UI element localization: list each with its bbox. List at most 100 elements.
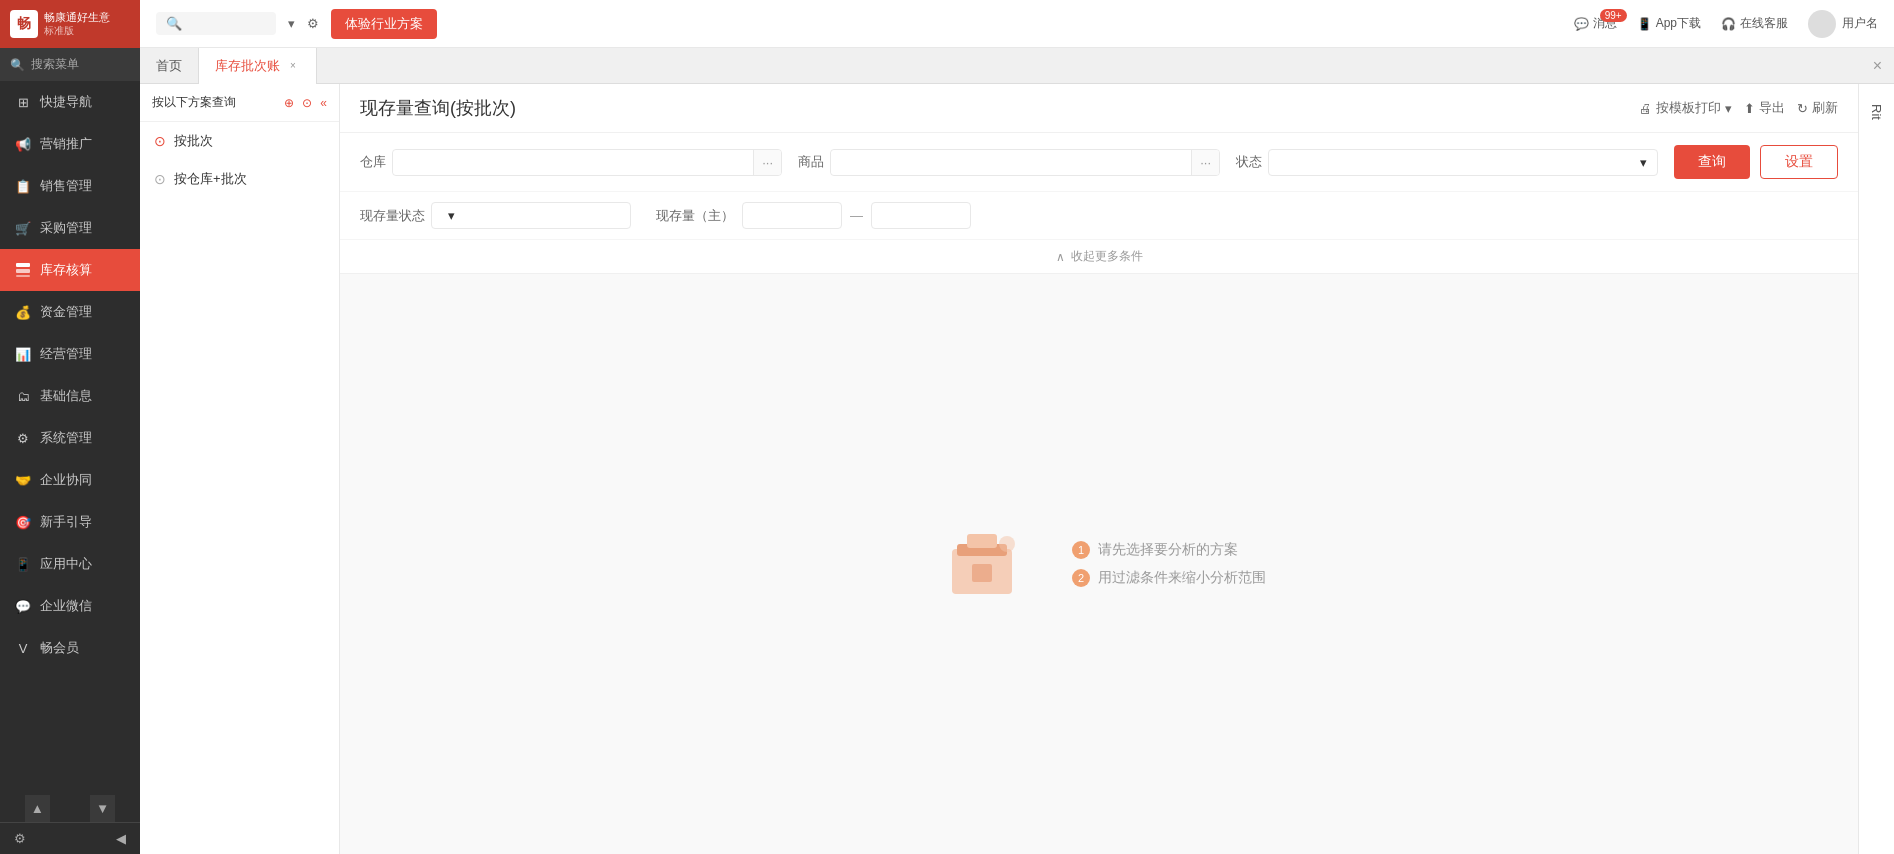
sidebar-search[interactable]: 🔍 搜索菜单 (0, 48, 140, 81)
sidebar-item-operations[interactable]: 📊 经营管理 (0, 333, 140, 375)
stock-qty-label: 现存量（主） (656, 207, 734, 225)
sidebar-item-label: 资金管理 (40, 303, 92, 321)
sidebar-item-purchase[interactable]: 🛒 采购管理 (0, 207, 140, 249)
warehouse-input[interactable] (393, 150, 753, 175)
sidebar-item-basics[interactable]: 🗂 基础信息 (0, 375, 140, 417)
warehouse-dots-btn[interactable]: ··· (753, 150, 781, 175)
trial-button[interactable]: 体验行业方案 (331, 9, 437, 39)
sidebar-item-inventory[interactable]: 库存核算 (0, 249, 140, 291)
user-menu[interactable]: 用户名 (1808, 10, 1878, 38)
filter-row-2: 现存量状态 ▾ 现存量（主） — (340, 192, 1858, 240)
download-icon: 📱 (1637, 17, 1652, 31)
tip-num-1: 1 (1072, 541, 1090, 559)
online-service-btn[interactable]: 🎧 在线客服 (1721, 15, 1788, 32)
svg-rect-1 (16, 269, 30, 273)
tab-home[interactable]: 首页 (140, 48, 199, 84)
topbar-settings-icon[interactable]: ⚙ (307, 16, 319, 31)
product-dots-btn[interactable]: ··· (1191, 150, 1219, 175)
sidebar-item-newbie[interactable]: 🎯 新手引导 (0, 501, 140, 543)
topbar-search-icon: 🔍 (166, 16, 182, 31)
scheme-by-batch[interactable]: ⊙ 按批次 (140, 122, 339, 160)
message-badge: 99+ (1600, 9, 1627, 22)
print-button[interactable]: 🖨 按模板打印 ▾ (1639, 99, 1732, 117)
export-button[interactable]: ⬆ 导出 (1744, 99, 1785, 117)
tip-text-1: 请先选择要分析的方案 (1098, 541, 1238, 559)
search-button[interactable]: 查询 (1674, 145, 1750, 179)
search-label: 搜索菜单 (31, 56, 79, 73)
stock-status-chevron: ▾ (448, 208, 455, 223)
qty-max-input[interactable] (871, 202, 971, 229)
sidebar-item-member[interactable]: V 畅会员 (0, 627, 140, 669)
topbar-dropdown[interactable]: ▾ (288, 16, 295, 31)
add-scheme-icon[interactable]: ⊕ (284, 96, 294, 110)
app-download-btn[interactable]: 📱 App下载 (1637, 15, 1701, 32)
sidebar-collapse-icon[interactable]: ◀ (116, 831, 126, 846)
printer-icon: 🖨 (1639, 101, 1652, 116)
messages-btn[interactable]: 💬 消息 99+ (1574, 15, 1617, 32)
tabs-close-all-btn[interactable]: × (1861, 57, 1894, 75)
status-label: 状态 (1236, 153, 1262, 171)
product-input-wrapper: ··· (830, 149, 1220, 176)
message-icon: 💬 (1574, 17, 1589, 31)
operations-icon: 📊 (14, 345, 32, 363)
tip-item-2: 2 用过滤条件来缩小分析范围 (1072, 569, 1266, 587)
status-select[interactable]: ▾ (1268, 149, 1658, 176)
sidebar-item-label: 企业协同 (40, 471, 92, 489)
refresh-icon: ↻ (1797, 101, 1808, 116)
sidebar: 畅 畅康通好生意 标准版 🔍 搜索菜单 ⊞ 快捷导航 📢 营销推广 📋 销售管理… (0, 0, 140, 854)
sidebar-item-wechat[interactable]: 💬 企业微信 (0, 585, 140, 627)
collapse-panel-icon[interactable]: « (320, 96, 327, 110)
right-panel-label[interactable]: Rit (1869, 94, 1884, 130)
filter-row-1: 仓库 ··· 商品 ··· 状态 (340, 133, 1858, 192)
sidebar-item-label: 采购管理 (40, 219, 92, 237)
topbar-search[interactable]: 🔍 (156, 12, 276, 35)
sidebar-item-system[interactable]: ⚙ 系统管理 (0, 417, 140, 459)
scheme-by-warehouse-batch[interactable]: ⊙ 按仓库+批次 (140, 160, 339, 198)
sidebar-item-enterprise[interactable]: 🤝 企业协同 (0, 459, 140, 501)
sidebar-item-label: 畅会员 (40, 639, 79, 657)
tab-batch-account[interactable]: 库存批次账 × (199, 48, 317, 84)
svg-point-7 (999, 536, 1015, 552)
sidebar-item-marketing[interactable]: 📢 营销推广 (0, 123, 140, 165)
query-actions: 🖨 按模板打印 ▾ ⬆ 导出 ↻ 刷新 (1639, 99, 1838, 117)
sidebar-item-app-center[interactable]: 📱 应用中心 (0, 543, 140, 585)
main-area: 🔍 ▾ ⚙ 体验行业方案 💬 消息 99+ 📱 App下载 🎧 在线客服 (140, 0, 1894, 854)
sidebar-settings-icon[interactable]: ⚙ (14, 831, 26, 846)
member-icon: V (14, 639, 32, 657)
empty-state: 1 请先选择要分析的方案 2 用过滤条件来缩小分析范围 (340, 274, 1858, 854)
sidebar-scroll-down[interactable]: ▼ (90, 795, 115, 822)
sidebar-nav: ⊞ 快捷导航 📢 营销推广 📋 销售管理 🛒 采购管理 库存核算 (0, 81, 140, 795)
tab-close-icon[interactable]: × (286, 59, 300, 73)
settings-button[interactable]: 设置 (1760, 145, 1838, 179)
sidebar-item-quick-nav[interactable]: ⊞ 快捷导航 (0, 81, 140, 123)
warehouse-filter: 仓库 ··· (360, 149, 782, 176)
user-avatar (1808, 10, 1836, 38)
sidebar-item-sales[interactable]: 📋 销售管理 (0, 165, 140, 207)
qty-range-filter: 现存量（主） — (656, 202, 1838, 229)
svg-rect-5 (967, 534, 997, 548)
tip-num-2: 2 (1072, 569, 1090, 587)
sidebar-item-label: 经营管理 (40, 345, 92, 363)
warehouse-input-wrapper: ··· (392, 149, 782, 176)
stock-status-select[interactable]: ▾ (431, 202, 631, 229)
quick-nav-icon: ⊞ (14, 93, 32, 111)
username-label: 用户名 (1842, 15, 1878, 32)
sidebar-scroll-up[interactable]: ▲ (25, 795, 50, 822)
sidebar-item-label: 新手引导 (40, 513, 92, 531)
qty-min-input[interactable] (742, 202, 842, 229)
collapse-conditions-btn[interactable]: ∧ 收起更多条件 (340, 240, 1858, 274)
query-area: 现存量查询(按批次) 🖨 按模板打印 ▾ ⬆ 导出 ↻ 刷新 (340, 84, 1858, 854)
newbie-icon: 🎯 (14, 513, 32, 531)
empty-tips: 1 请先选择要分析的方案 2 用过滤条件来缩小分析范围 (1072, 541, 1266, 587)
scheme-active-icon: ⊙ (154, 133, 166, 149)
collapse-label: 收起更多条件 (1071, 248, 1143, 265)
app-center-icon: 📱 (14, 555, 32, 573)
sidebar-item-label: 企业微信 (40, 597, 92, 615)
sidebar-item-label: 营销推广 (40, 135, 92, 153)
scheme-settings-icon[interactable]: ⊙ (302, 96, 312, 110)
sidebar-item-finance[interactable]: 💰 资金管理 (0, 291, 140, 333)
tip-text-2: 用过滤条件来缩小分析范围 (1098, 569, 1266, 587)
refresh-button[interactable]: ↻ 刷新 (1797, 99, 1838, 117)
app-logo: 畅 (10, 10, 38, 38)
product-input[interactable] (831, 150, 1191, 175)
